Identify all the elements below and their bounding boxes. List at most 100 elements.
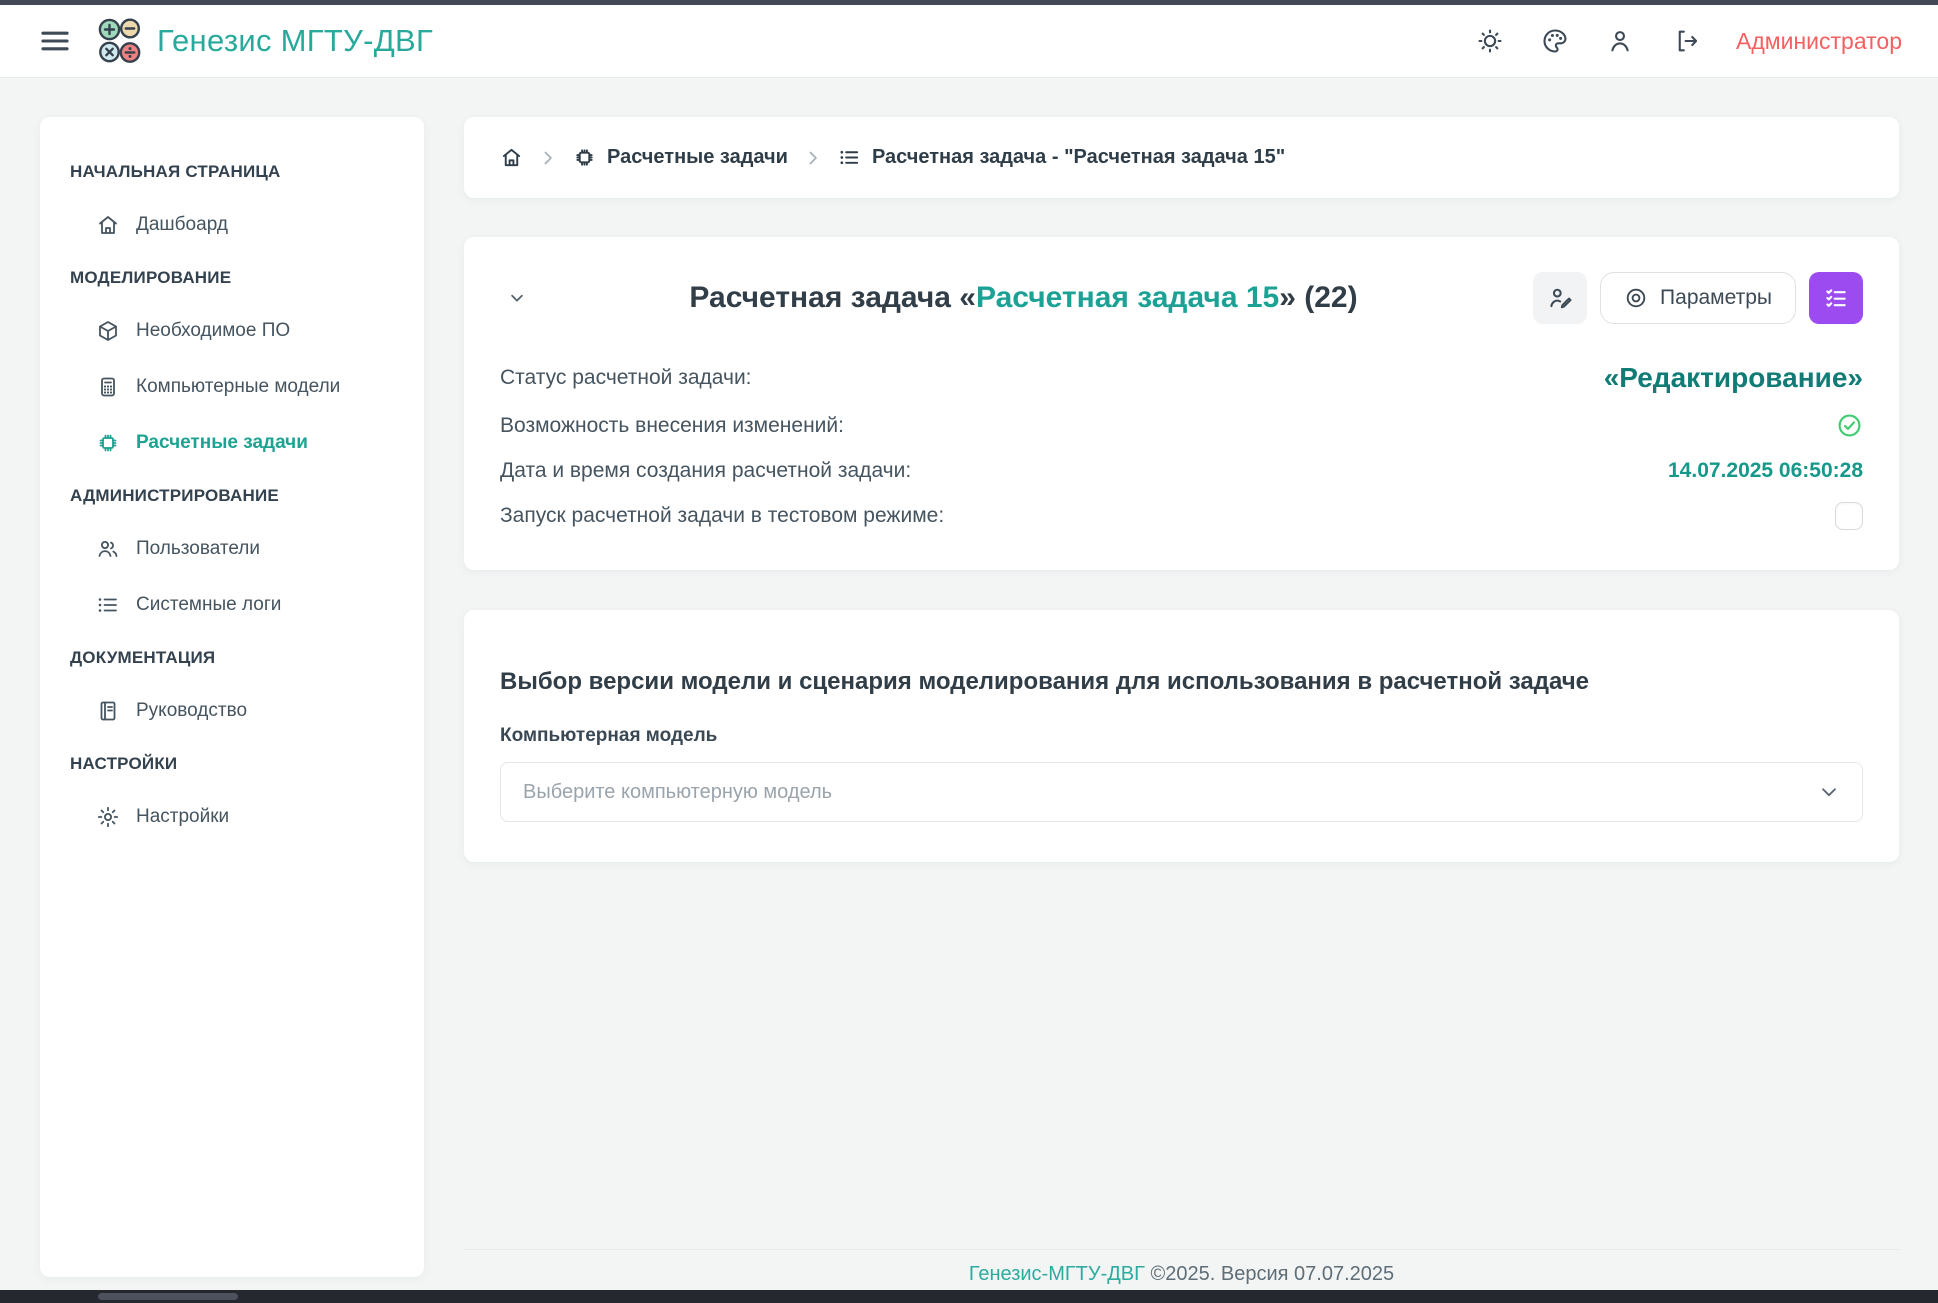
editable-label: Возможность внесения изменений: (500, 413, 844, 437)
header-actions: Администратор (1476, 27, 1902, 55)
collapse-card-button[interactable] (500, 281, 534, 315)
sidebar-item-system-logs[interactable]: Системные логи (40, 577, 424, 633)
sidebar-item-label: Пользователи (136, 538, 261, 559)
computer-model-label: Компьютерная модель (500, 725, 718, 747)
status-value: «Редактирование» (1603, 362, 1863, 394)
breadcrumb-tasks-link[interactable]: Расчетные задачи (573, 146, 788, 169)
book-icon (100, 701, 116, 721)
app-title: Генезис МГТУ-ДВГ (157, 23, 434, 58)
main-area: Расчетные задачи Расчетная задача - "Рас… (464, 117, 1899, 1290)
hamburger-icon (41, 31, 69, 51)
parameters-button-label: Параметры (1660, 286, 1772, 310)
sidebar-section-home: НАЧАЛЬНАЯ СТРАНИЦА (70, 162, 281, 181)
color-theme-button[interactable] (1541, 27, 1569, 55)
list-icon (840, 150, 859, 165)
sidebar-item-label: Необходимое ПО (136, 320, 291, 341)
created-label: Дата и время создания расчетной задачи: (500, 458, 912, 482)
task-actions: Параметры (1533, 272, 1863, 325)
user-profile-button[interactable] (1606, 27, 1634, 55)
task-list-button[interactable] (1809, 272, 1863, 325)
footer-copyright: ©2025. Версия 07.07.2025 (1150, 1263, 1395, 1285)
app-window: Генезис МГТУ-ДВГ Администратор НАЧАЛЬНАЯ… (0, 0, 1938, 1303)
breadcrumb: Расчетные задачи Расчетная задача - "Рас… (500, 146, 1863, 169)
home-icon (502, 148, 521, 167)
chip-icon (576, 149, 593, 166)
sidebar-section-documentation: ДОКУМЕНТАЦИЯ (70, 648, 216, 667)
chevron-right-icon (803, 148, 823, 168)
gear-icon (97, 806, 119, 828)
created-value: 14.07.2025 06:50:28 (1668, 458, 1863, 482)
test-mode-row: Запуск расчетной задачи в тестовом режим… (500, 493, 1863, 538)
sidebar-item-label: Дашбоард (136, 214, 228, 235)
select-placeholder: Выберите компьютерную модель (523, 780, 833, 803)
horizontal-scrollbar (0, 1290, 1938, 1303)
chip-icon (99, 434, 117, 452)
model-select-card: Выбор версии модели и сценария моделиров… (464, 610, 1899, 863)
scrollbar-thumb[interactable] (98, 1293, 238, 1300)
sidebar-item-computer-models[interactable]: Компьютерные модели (40, 359, 424, 415)
sidebar-item-label: Системные логи (136, 594, 282, 615)
check-circle-icon (1836, 412, 1863, 439)
users-icon (98, 541, 118, 557)
chevron-down-icon (1822, 788, 1836, 797)
home-icon (99, 216, 117, 234)
edit-task-button[interactable] (1533, 272, 1588, 325)
model-section-heading: Выбор версии модели и сценария моделиров… (500, 668, 1590, 696)
breadcrumb-label: Расчетные задачи (607, 146, 788, 168)
page-content: НАЧАЛЬНАЯ СТРАНИЦА Дашбоард МОДЕЛИРОВАНИ… (0, 78, 1938, 1290)
task-info: Статус расчетной задачи: «Редактирование… (500, 353, 1863, 538)
breadcrumb-current-task[interactable]: Расчетная задача - "Расчетная задача 15" (838, 146, 1285, 169)
theme-brightness-button[interactable] (1476, 27, 1504, 55)
sidebar-section-administration: АДМИНИСТРИРОВАНИЕ (70, 486, 279, 505)
sidebar-section-modeling: МОДЕЛИРОВАНИЕ (70, 268, 232, 287)
sidebar-item-dashboard[interactable]: Дашбоард (40, 197, 424, 253)
sidebar-item-users[interactable]: Пользователи (40, 521, 424, 577)
sidebar-item-required-software[interactable]: Необходимое ПО (40, 303, 424, 359)
list-icon (98, 598, 117, 612)
test-mode-checkbox[interactable] (1835, 501, 1863, 530)
cube-icon (99, 321, 117, 341)
test-mode-label: Запуск расчетной задачи в тестовом режим… (500, 503, 945, 527)
sidebar-item-label: Расчетные задачи (136, 432, 308, 453)
task-title: Расчетная задача «Расчетная задача 15» (… (534, 281, 1533, 315)
task-title-name: Расчетная задача 15 (975, 281, 1280, 315)
logout-icon (1678, 30, 1698, 52)
sidebar-section-settings: НАСТРОЙКИ (70, 754, 178, 773)
sidebar-item-label: Настройки (136, 806, 230, 827)
parameters-button[interactable]: Параметры (1600, 272, 1796, 325)
task-title-suffix: » (22) (1279, 281, 1358, 315)
user-icon (1611, 31, 1629, 52)
app-logo-math-icons-icon (96, 17, 144, 65)
palette-icon (1543, 29, 1567, 53)
breadcrumb-label: Расчетная задача - "Расчетная задача 15" (871, 146, 1286, 168)
task-title-prefix: Расчетная задача « (689, 281, 976, 315)
footer-brand-link[interactable]: Генезис-МГТУ-ДВГ (969, 1263, 1145, 1285)
task-card: Расчетная задача «Расчетная задача 15» (… (464, 237, 1899, 571)
sidebar-item-label: Компьютерные модели (136, 376, 341, 397)
created-row: Дата и время создания расчетной задачи: … (500, 448, 1863, 493)
sidebar-item-settings[interactable]: Настройки (40, 789, 424, 845)
page-footer: Генезис-МГТУ-ДВГ ©2025. Версия 07.07.202… (464, 1249, 1899, 1290)
current-user-role: Администратор (1736, 27, 1902, 54)
sun-icon (1478, 29, 1502, 53)
eye-icon (1626, 288, 1646, 308)
list-check-icon (1826, 289, 1846, 308)
app-header: Генезис МГТУ-ДВГ Администратор (0, 5, 1938, 78)
sidebar-item-calculation-tasks[interactable]: Расчетные задачи (40, 415, 424, 471)
breadcrumb-card: Расчетные задачи Расчетная задача - "Рас… (464, 117, 1899, 198)
status-label: Статус расчетной задачи: (500, 366, 752, 390)
editable-row: Возможность внесения изменений: (500, 403, 1863, 448)
sidebar-item-label: Руководство (136, 700, 248, 721)
chevron-down-icon (511, 294, 523, 302)
sidebar-nav: НАЧАЛЬНАЯ СТРАНИЦА Дашбоард МОДЕЛИРОВАНИ… (40, 117, 424, 1277)
breadcrumb-home-link[interactable] (500, 146, 523, 169)
status-row: Статус расчетной задачи: «Редактирование… (500, 353, 1863, 403)
chevron-right-icon (538, 148, 558, 168)
calculator-icon (101, 377, 115, 397)
task-card-header: Расчетная задача «Расчетная задача 15» (… (500, 261, 1863, 335)
logout-button[interactable] (1671, 27, 1699, 55)
user-edit-icon (1550, 288, 1572, 309)
menu-toggle-button[interactable] (38, 24, 72, 58)
sidebar-item-manual[interactable]: Руководство (40, 683, 424, 739)
computer-model-select[interactable]: Выберите компьютерную модель (500, 762, 1863, 823)
